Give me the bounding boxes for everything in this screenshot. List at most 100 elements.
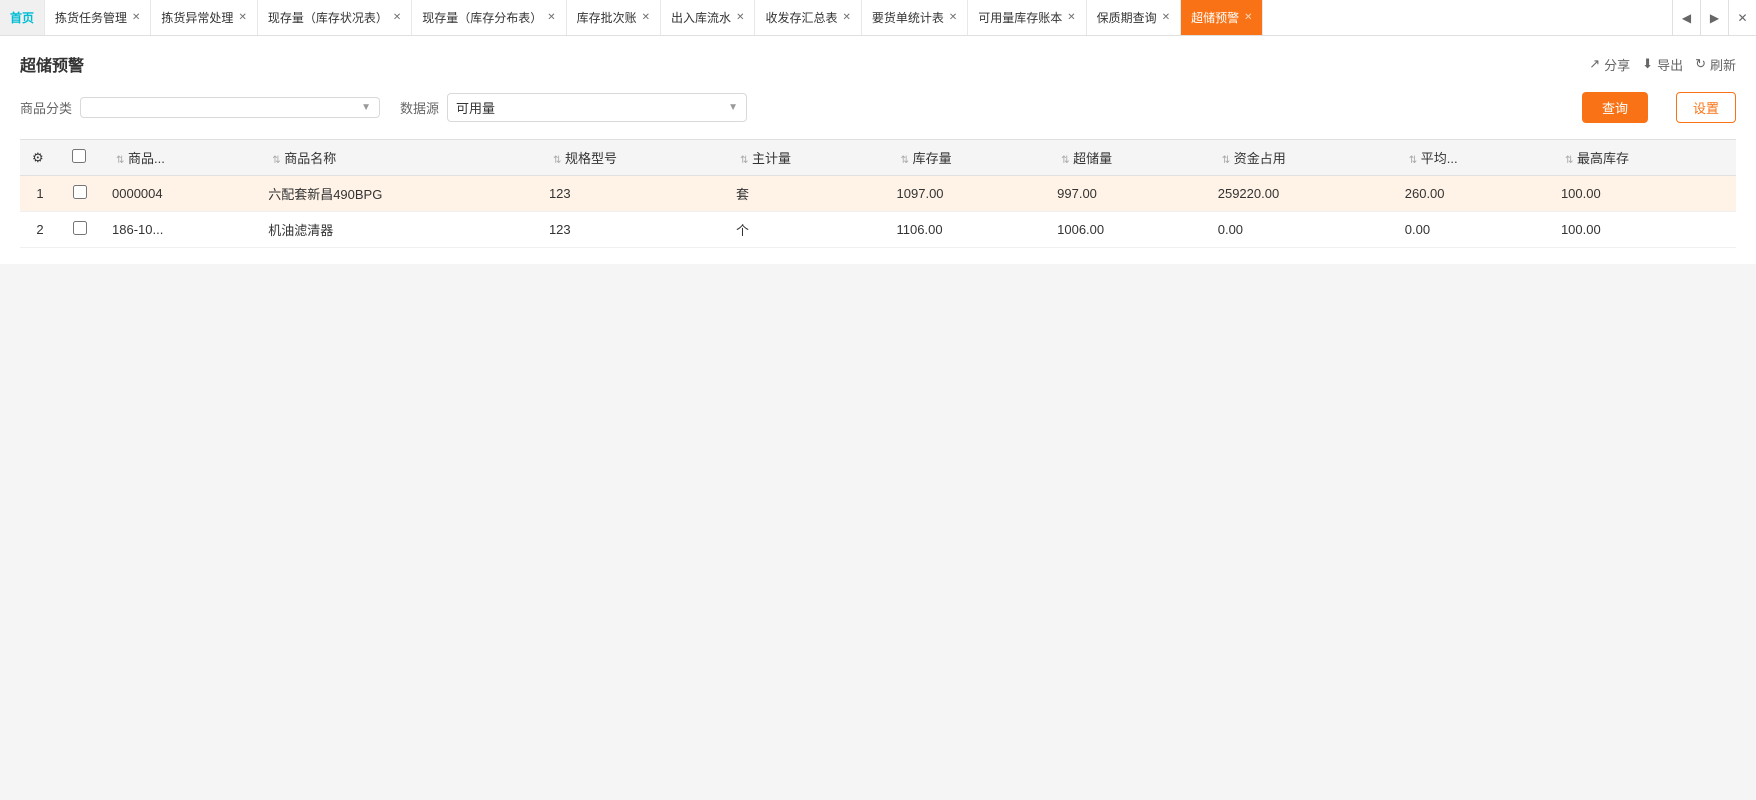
tab-label: 要货单统计表 (872, 9, 944, 26)
table-row: 2 186-10... 机油滤清器 123 个 1106.00 1006.00 … (20, 212, 1736, 248)
tab-tab-8[interactable]: 要货单统计表 ✕ (862, 0, 968, 35)
col-overstock-header: ⇅ 超储量 (1045, 140, 1206, 176)
tab-close-icon[interactable]: ✕ (736, 12, 744, 23)
tab-tab-9[interactable]: 可用量库存账本 ✕ (968, 0, 1086, 35)
query-button[interactable]: 查询 (1582, 92, 1648, 123)
product-code: 186-10... (100, 212, 256, 248)
tab-tab-6[interactable]: 出入库流水 ✕ (661, 0, 755, 35)
tab-close-icon[interactable]: ✕ (1067, 12, 1075, 23)
tab-close-all-button[interactable]: ✕ (1728, 0, 1756, 35)
maxstock: 100.00 (1549, 212, 1736, 248)
category-chevron-icon: ▼ (361, 102, 371, 113)
sort-icon: ⇅ (1061, 155, 1069, 166)
sort-icon: ⇅ (901, 155, 909, 166)
table-row: 1 0000004 六配套新昌490BPG 123 套 1097.00 997.… (20, 176, 1736, 212)
export-label: 导出 (1657, 55, 1683, 74)
share-button[interactable]: ↗ 分享 (1589, 55, 1630, 74)
product-name: 六配套新昌490BPG (256, 176, 537, 212)
col-stock-header: ⇅ 库存量 (885, 140, 1046, 176)
sort-icon: ⇅ (1409, 155, 1417, 166)
tab-label: 可用量库存账本 (978, 9, 1062, 26)
data-table: ⚙ ⇅ 商品... ⇅ 商品名称 ⇅ 规格型号 ⇅ (20, 139, 1736, 248)
tab-tab-7[interactable]: 收发存汇总表 ✕ (755, 0, 861, 35)
export-icon: ⬇ (1642, 56, 1653, 72)
home-tab[interactable]: 首页 (0, 0, 45, 35)
product-name: 机油滤清器 (256, 212, 537, 248)
tab-close-icon[interactable]: ✕ (1244, 12, 1252, 23)
stock: 1097.00 (885, 176, 1046, 212)
export-button[interactable]: ⬇ 导出 (1642, 55, 1683, 74)
capital: 259220.00 (1206, 176, 1393, 212)
category-label: 商品分类 (20, 98, 72, 117)
col-gear: ⚙ (20, 140, 60, 176)
col-unit-header: ⇅ 主计量 (724, 140, 885, 176)
tab-label: 拣货异常处理 (161, 9, 233, 26)
col-avg-header: ⇅ 平均... (1393, 140, 1549, 176)
overstock: 1006.00 (1045, 212, 1206, 248)
sort-icon: ⇅ (1222, 155, 1230, 166)
share-icon: ↗ (1589, 56, 1600, 72)
page-content: 超储预警 ↗ 分享 ⬇ 导出 ↻ 刷新 商品分类 ▼ 数据源 (0, 36, 1756, 264)
tab-tab-1[interactable]: 拣货任务管理 ✕ (45, 0, 151, 35)
maxstock: 100.00 (1549, 176, 1736, 212)
product-code: 0000004 (100, 176, 256, 212)
row-index: 1 (20, 176, 60, 212)
tab-close-icon[interactable]: ✕ (1162, 12, 1170, 23)
tab-tab-5[interactable]: 库存批次账 ✕ (567, 0, 661, 35)
table-header-row: ⚙ ⇅ 商品... ⇅ 商品名称 ⇅ 规格型号 ⇅ (20, 140, 1736, 176)
avg: 0.00 (1393, 212, 1549, 248)
tab-tab-11[interactable]: 超储预警 ✕ (1181, 0, 1263, 35)
tab-tab-3[interactable]: 现存量（库存状况表） ✕ (258, 0, 412, 35)
stock: 1106.00 (885, 212, 1046, 248)
unit: 个 (724, 212, 885, 248)
tab-label: 出入库流水 (671, 9, 731, 26)
spec: 123 (537, 176, 724, 212)
col-capital-header: ⇅ 资金占用 (1206, 140, 1393, 176)
sort-icon: ⇅ (1565, 155, 1573, 166)
tab-close-icon[interactable]: ✕ (842, 12, 850, 23)
tab-label: 收发存汇总表 (765, 9, 837, 26)
row-checkbox-cell (60, 176, 100, 212)
unit: 套 (724, 176, 885, 212)
category-filter-group: 商品分类 ▼ (20, 97, 380, 118)
page-title: 超储预警 (20, 52, 84, 76)
datasource-select[interactable]: 可用量 ▼ (447, 93, 747, 122)
row-checkbox[interactable] (73, 185, 87, 199)
tab-nav-arrows: ◀ ▶ ✕ (1672, 0, 1756, 35)
tab-tab-10[interactable]: 保质期查询 ✕ (1087, 0, 1181, 35)
tab-label: 超储预警 (1191, 9, 1239, 26)
refresh-button[interactable]: ↻ 刷新 (1695, 55, 1736, 74)
tab-label: 拣货任务管理 (55, 9, 127, 26)
tab-close-icon[interactable]: ✕ (949, 12, 957, 23)
avg: 260.00 (1393, 176, 1549, 212)
row-checkbox[interactable] (73, 221, 87, 235)
overstock: 997.00 (1045, 176, 1206, 212)
sort-icon: ⇅ (272, 155, 280, 166)
datasource-label: 数据源 (400, 98, 439, 117)
tab-close-icon[interactable]: ✕ (238, 12, 246, 23)
tab-label: 现存量（库存分布表） (422, 9, 542, 26)
page-header: 超储预警 ↗ 分享 ⬇ 导出 ↻ 刷新 (20, 52, 1736, 76)
tab-label: 现存量（库存状况表） (268, 9, 388, 26)
tab-close-icon[interactable]: ✕ (547, 12, 555, 23)
select-all-checkbox[interactable] (72, 149, 86, 163)
spec: 123 (537, 212, 724, 248)
tab-next-button[interactable]: ▶ (1700, 0, 1728, 35)
tab-close-icon[interactable]: ✕ (642, 12, 650, 23)
tab-tab-2[interactable]: 拣货异常处理 ✕ (151, 0, 257, 35)
settings-button[interactable]: 设置 (1676, 92, 1736, 123)
tab-label: 保质期查询 (1097, 9, 1157, 26)
tab-close-icon[interactable]: ✕ (393, 12, 401, 23)
tab-label: 库存批次账 (577, 9, 637, 26)
gear-icon[interactable]: ⚙ (32, 150, 44, 165)
col-maxstock-header: ⇅ 最高库存 (1549, 140, 1736, 176)
category-select[interactable]: ▼ (80, 97, 380, 118)
row-index: 2 (20, 212, 60, 248)
tab-close-icon[interactable]: ✕ (132, 12, 140, 23)
topbar: 首页 拣货任务管理✕拣货异常处理✕现存量（库存状况表）✕现存量（库存分布表）✕库… (0, 0, 1756, 36)
col-spec-header: ⇅ 规格型号 (537, 140, 724, 176)
tab-prev-button[interactable]: ◀ (1672, 0, 1700, 35)
sort-icon: ⇅ (553, 155, 561, 166)
tab-tab-4[interactable]: 现存量（库存分布表） ✕ (412, 0, 566, 35)
sort-icon: ⇅ (740, 155, 748, 166)
